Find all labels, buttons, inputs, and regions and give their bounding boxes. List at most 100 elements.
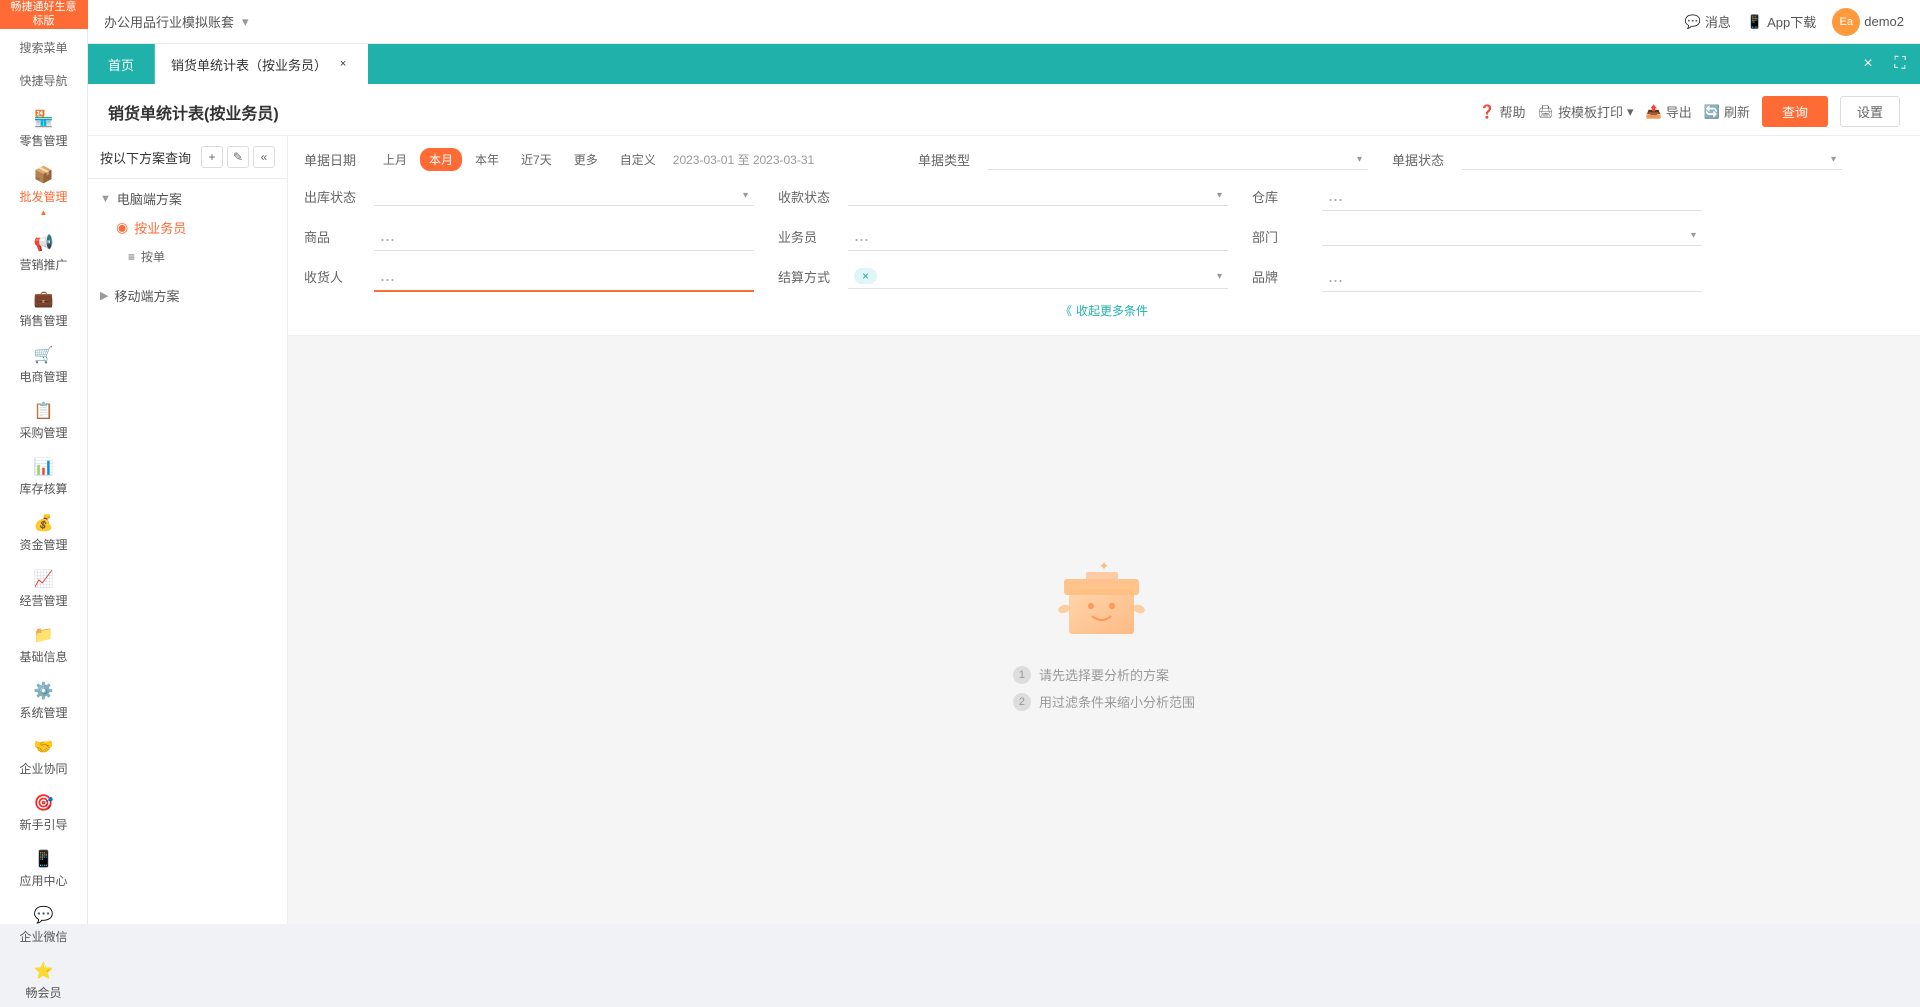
date-btn-this-year[interactable]: 本年 [466, 148, 508, 171]
sidebar-item-ecom[interactable]: 🛒 电商管理 [0, 335, 87, 391]
scheme-item-by-order[interactable]: ≡ 按单 [88, 243, 287, 270]
empty-state: ✦ 1 [973, 509, 1235, 751]
sidebar-item-appstore[interactable]: 📱 应用中心 [0, 839, 87, 895]
filter-collapse-button[interactable]: 《 收起更多条件 [304, 298, 1904, 323]
app-download-button[interactable]: 📱 App下载 [1747, 12, 1816, 31]
receiver-field[interactable]: ... [374, 261, 754, 292]
brand-label: 品牌 [1252, 267, 1322, 286]
sidebar-item-purchase[interactable]: 📋 采购管理 [0, 391, 87, 447]
sidebar-item-system[interactable]: ⚙️ 系统管理 [0, 671, 87, 727]
tab-home[interactable]: 首页 [88, 44, 155, 84]
by-order-label: 按单 [141, 248, 165, 265]
inventory-icon: 📊 [34, 457, 54, 477]
purchase-icon: 📋 [34, 401, 54, 421]
left-panel-group-pc[interactable]: ▼ 电脑端方案 [88, 185, 287, 212]
tab-close-all-button[interactable]: × [1856, 52, 1880, 76]
sidebar-item-basic[interactable]: 📁 基础信息 [0, 615, 87, 671]
sidebar-item-member[interactable]: ⭐ 畅会员 [0, 951, 87, 1007]
sidebar-item-label-newbie: 新手引导 [19, 816, 67, 833]
tip-text-1: 请先选择要分析的方案 [1039, 665, 1169, 684]
tab-bar: 首页 销货单统计表（按业务员） × × ⛶ [88, 44, 1920, 84]
dept-select[interactable]: ▾ [1322, 226, 1702, 246]
empty-state-area: ✦ 1 [288, 336, 1920, 924]
payment-status-select[interactable]: ▾ [848, 186, 1228, 206]
left-panel-group-mobile[interactable]: ▶ 移动端方案 [88, 282, 287, 309]
refresh-button[interactable]: 🔄 刷新 [1704, 102, 1750, 121]
sidebar-item-business[interactable]: 📈 经营管理 [0, 559, 87, 615]
account-dropdown-icon[interactable]: ▾ [242, 14, 249, 30]
collapse-arrow-icon: 《 [1060, 302, 1072, 319]
payment-method-field[interactable]: × ▾ [848, 264, 1228, 289]
goods-field[interactable]: ... [374, 221, 754, 251]
message-label: 消息 [1705, 12, 1731, 31]
brand-value: ... [1328, 266, 1343, 287]
sidebar-item-finance[interactable]: 💰 资金管理 [0, 503, 87, 559]
date-btn-last7days[interactable]: 近7天 [512, 148, 561, 171]
stock-status-select[interactable]: ▾ [374, 186, 754, 206]
sales-icon: 💼 [34, 289, 54, 309]
message-icon: 💬 [1685, 14, 1701, 30]
sidebar-item-newbie[interactable]: 🎯 新手引导 [0, 783, 87, 839]
newbie-icon: 🎯 [34, 793, 54, 813]
basic-icon: 📁 [34, 625, 54, 645]
sidebar-item-retail[interactable]: 🏪 零售管理 [0, 99, 87, 155]
sidebar-shortcut[interactable]: 快捷导航 [0, 66, 87, 95]
warehouse-field[interactable]: ... [1322, 181, 1702, 211]
print-dropdown-icon: ▾ [1627, 104, 1634, 120]
weixin-icon: 💬 [34, 905, 54, 925]
app-download-icon: 📱 [1747, 14, 1763, 30]
sidebar-logo-text: 畅捷通好生意 [11, 0, 77, 14]
scheme-item-salesman[interactable]: ◉ 按业务员 [88, 212, 287, 243]
tab-maximize-button[interactable]: ⛶ [1888, 52, 1912, 76]
payment-method-tag[interactable]: × [854, 268, 877, 284]
date-btn-last-month[interactable]: 上月 [374, 148, 416, 171]
settings-button[interactable]: 设置 [1840, 96, 1900, 127]
payment-method-label: 结算方式 [778, 267, 848, 286]
empty-box-svg: ✦ [1054, 554, 1154, 644]
sidebar-item-label-retail: 零售管理 [19, 132, 67, 149]
sidebar-item-weixin[interactable]: 💬 企业微信 [0, 895, 87, 951]
sidebar-search[interactable]: 搜索菜单 [0, 29, 87, 66]
sidebar-item-label-appstore: 应用中心 [19, 872, 67, 889]
sidebar-item-label-member: 畅会员 [25, 984, 61, 1001]
sidebar-item-wholesale[interactable]: 📦 批发管理 ▲ [0, 155, 87, 223]
payment-status-arrow: ▾ [1217, 190, 1222, 201]
username: demo2 [1864, 14, 1904, 29]
sidebar-item-marketing[interactable]: 📢 营销推广 [0, 223, 87, 279]
date-range: 2023-03-01 至 2023-03-31 [673, 151, 814, 168]
export-button[interactable]: 📤 导出 [1646, 102, 1692, 121]
left-panel: 按以下方案查询 + ✎ « ▼ 电脑端方案 ◉ 按业务员 [88, 136, 288, 924]
message-button[interactable]: 💬 消息 [1685, 12, 1731, 31]
date-btn-more[interactable]: 更多 [565, 148, 607, 171]
tab-sales-stat[interactable]: 销货单统计表（按业务员） × [155, 44, 368, 84]
tip-num-2: 2 [1013, 693, 1031, 711]
group-expand-icon: ▼ [100, 193, 111, 205]
help-button[interactable]: ❓ 帮助 [1479, 102, 1525, 121]
add-scheme-button[interactable]: + [201, 146, 223, 168]
query-button[interactable]: 查询 [1762, 96, 1828, 127]
doc-status-select[interactable]: ▾ [1462, 150, 1842, 170]
date-btn-custom[interactable]: 自定义 [611, 148, 665, 171]
group-label-pc: 电脑端方案 [117, 189, 182, 208]
edit-scheme-button[interactable]: ✎ [227, 146, 249, 168]
sidebar-item-corp[interactable]: 🤝 企业协同 [0, 727, 87, 783]
user-avatar-area[interactable]: Ea demo2 [1832, 8, 1904, 36]
tab-close-button[interactable]: × [335, 56, 351, 72]
doc-type-select[interactable]: ▾ [988, 150, 1368, 170]
empty-state-tip-1: 1 请先选择要分析的方案 [1013, 665, 1195, 684]
brand-field[interactable]: ... [1322, 262, 1702, 292]
salesman-field[interactable]: ... [848, 221, 1228, 251]
date-btn-this-month[interactable]: 本月 [420, 148, 462, 171]
filter-row-4: 收货人 ... 结算方式 × ▾ 品牌 [304, 261, 1904, 292]
page-title: 销货单统计表(按业务员) [108, 100, 279, 124]
sidebar-item-inventory[interactable]: 📊 库存核算 [0, 447, 87, 503]
receiver-label: 收货人 [304, 267, 374, 286]
sidebar-item-label-sales: 销售管理 [19, 312, 67, 329]
top-header-right: 💬 消息 📱 App下载 Ea demo2 [1685, 8, 1904, 36]
by-order-icon: ≡ [128, 250, 135, 264]
left-panel-pc-group: ▼ 电脑端方案 ◉ 按业务员 ≡ 按单 [88, 179, 287, 276]
sidebar-item-sales[interactable]: 💼 销售管理 [0, 279, 87, 335]
print-button[interactable]: 🖨 按模板打印 ▾ [1538, 102, 1634, 121]
sidebar-item-label-finance: 资金管理 [19, 536, 67, 553]
collapse-panel-button[interactable]: « [253, 146, 275, 168]
